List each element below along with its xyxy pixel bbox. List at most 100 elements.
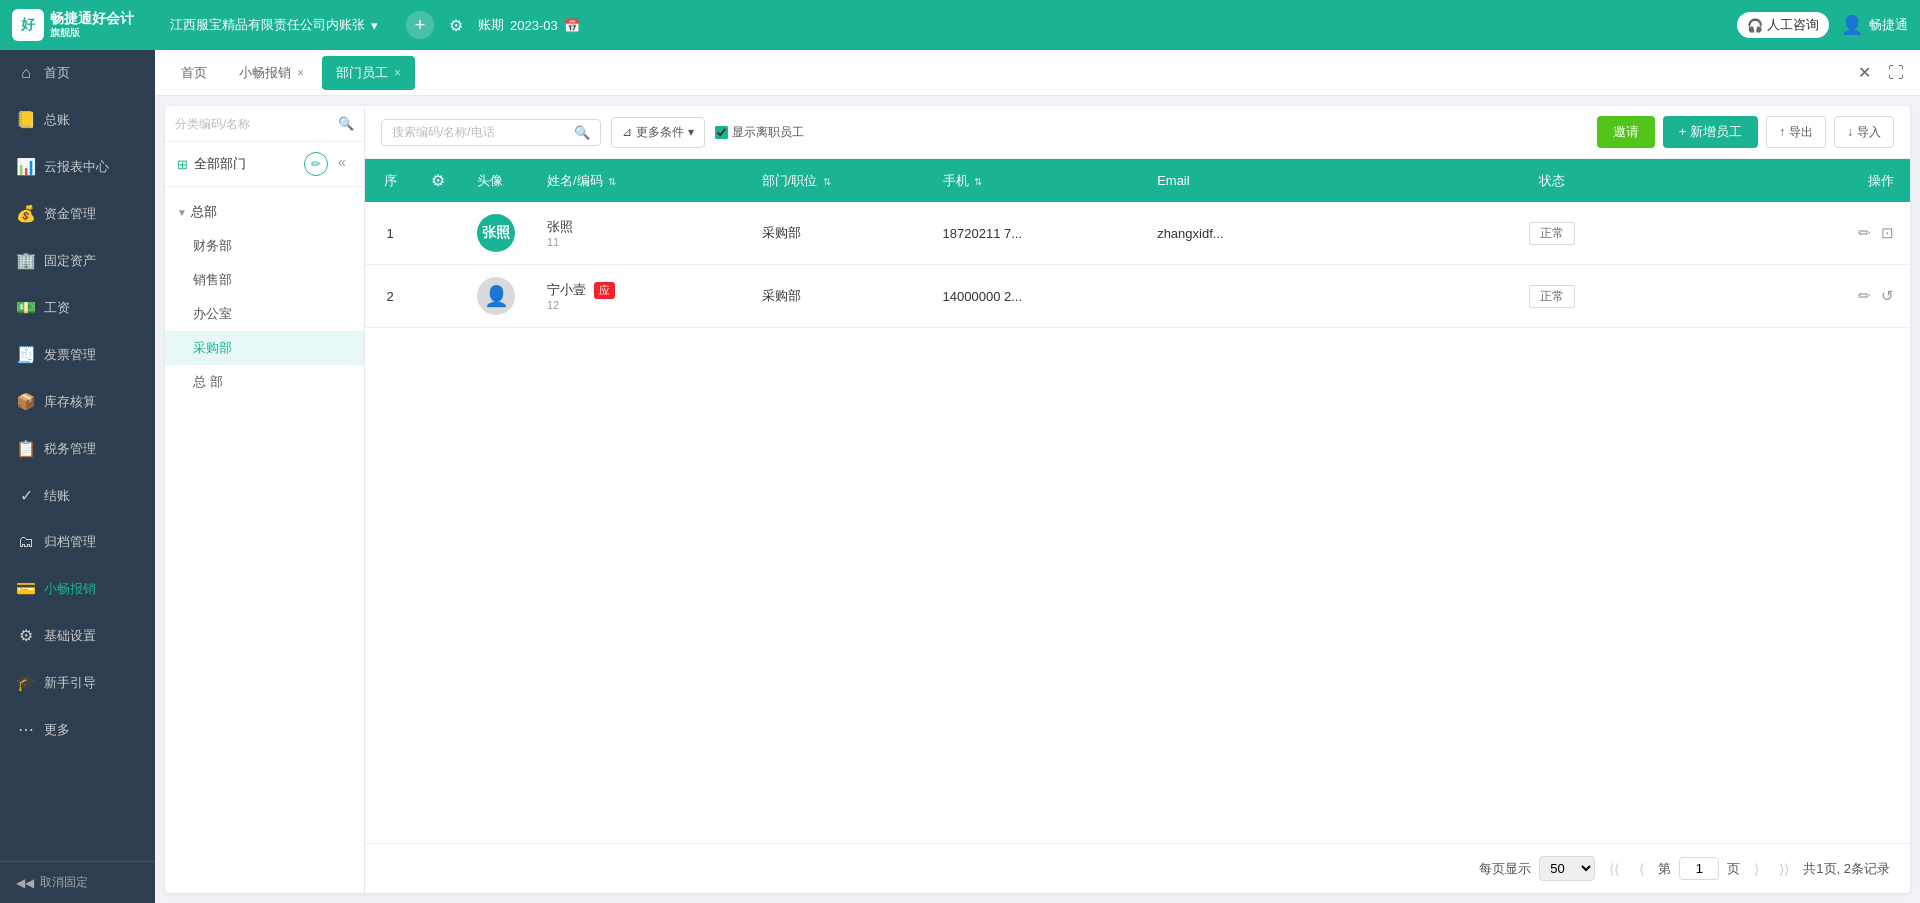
tax-icon: 📋 xyxy=(16,439,36,458)
tree-office[interactable]: 办公室 xyxy=(165,297,364,331)
edit-employee-2-button[interactable]: ✏ xyxy=(1858,287,1871,305)
edit-employee-1-button[interactable]: ✏ xyxy=(1858,224,1871,242)
sidebar: ⌂ 首页 📒 总账 📊 云报表中心 💰 资金管理 🏢 固定资产 💵 工资 🧾 发… xyxy=(0,50,155,903)
invite-button[interactable]: 邀请 xyxy=(1597,116,1655,148)
col-dept-pos[interactable]: 部门/职位 ⇅ xyxy=(746,159,927,202)
calendar-icon[interactable]: 📅 xyxy=(564,18,580,33)
grid-icon: ⊞ xyxy=(177,157,188,172)
inventory-icon: 📦 xyxy=(16,392,36,411)
sidebar-item-payroll[interactable]: 💵 工资 xyxy=(0,284,155,331)
import-button[interactable]: ↓ 导入 xyxy=(1834,116,1894,148)
sidebar-item-settings[interactable]: ⚙ 基础设置 xyxy=(0,612,155,659)
ledger-icon: 📒 xyxy=(16,110,36,129)
prev-page-button[interactable]: ⟨ xyxy=(1633,859,1650,879)
edit-dept-button[interactable]: ✏ xyxy=(304,152,328,176)
delete-employee-2-button[interactable]: ↺ xyxy=(1881,287,1894,305)
logo-text: 畅捷通好会计 旗舰版 xyxy=(50,10,134,41)
sidebar-item-ledger[interactable]: 📒 总账 xyxy=(0,96,155,143)
tree-hq[interactable]: ▼ 总部 xyxy=(165,195,364,229)
main-layout: ⌂ 首页 📒 总账 📊 云报表中心 💰 资金管理 🏢 固定资产 💵 工资 🧾 发… xyxy=(0,50,1920,903)
next-page-button[interactable]: ⟩ xyxy=(1748,859,1765,879)
tree-finance[interactable]: 财务部 xyxy=(165,229,364,263)
table-header-row: 序 ⚙ 头像 姓名/编码 ⇅ xyxy=(365,159,1910,202)
sidebar-item-assets[interactable]: 🏢 固定资产 xyxy=(0,237,155,284)
sidebar-item-inventory[interactable]: 📦 库存核算 xyxy=(0,378,155,425)
cell-no-2: 2 xyxy=(365,265,415,328)
first-page-button[interactable]: ⟨⟨ xyxy=(1603,859,1625,879)
tab-bar-actions: ✕ ⛶ xyxy=(1852,61,1908,85)
sidebar-item-closing[interactable]: ✓ 结账 xyxy=(0,472,155,519)
cell-dept-2: 采购部 xyxy=(746,265,927,328)
page-input[interactable] xyxy=(1679,857,1719,880)
emp-table: 序 ⚙ 头像 姓名/编码 ⇅ xyxy=(365,159,1910,328)
show-resigned-checkbox[interactable]: 显示离职员工 xyxy=(715,124,804,141)
tab-home[interactable]: 首页 xyxy=(167,56,221,90)
company-selector[interactable]: 江西服宝精品有限责任公司内账张 ▾ xyxy=(162,12,386,38)
tree-hq2[interactable]: 总 部 xyxy=(165,365,364,399)
page-size-select[interactable]: 50 10 20 100 xyxy=(1539,856,1595,881)
tree-sales[interactable]: 销售部 xyxy=(165,263,364,297)
action-icons-1: ✏ ⊡ xyxy=(1747,224,1894,242)
tab-close-expense[interactable]: × xyxy=(297,66,304,80)
sidebar-item-reports[interactable]: 📊 云报表中心 xyxy=(0,143,155,190)
expense-icon: 💳 xyxy=(16,579,36,598)
page-content: 🔍 ⊞ 全部部门 ✏ « ▼ 总部 财务部 xyxy=(165,106,1910,893)
sort-icon-dept: ⇅ xyxy=(823,176,831,187)
assets-icon: 🏢 xyxy=(16,251,36,270)
tab-dept-employees[interactable]: 部门员工 × xyxy=(322,56,415,90)
toolbar-right: 邀请 + 新增员工 ↑ 导出 ↓ 导入 xyxy=(1597,116,1894,148)
sidebar-item-home[interactable]: ⌂ 首页 xyxy=(0,50,155,96)
logo-area: 好 畅捷通好会计 旗舰版 xyxy=(12,9,162,41)
unpin-button[interactable]: ◀◀ 取消固定 xyxy=(0,862,155,903)
sidebar-item-guide[interactable]: 🎓 新手引导 xyxy=(0,659,155,706)
dept-search-icon[interactable]: 🔍 xyxy=(338,116,354,131)
export-button[interactable]: ↑ 导出 xyxy=(1766,116,1826,148)
dept-search-input[interactable] xyxy=(175,117,332,131)
logout-employee-1-button[interactable]: ⊡ xyxy=(1881,224,1894,242)
sidebar-item-archive[interactable]: 🗂 归档管理 xyxy=(0,519,155,565)
dept-header-icons: ✏ « xyxy=(304,152,352,176)
tree-arrow-hq: ▼ xyxy=(177,207,187,218)
dept-header: ⊞ 全部部门 ✏ « xyxy=(165,142,364,187)
cell-actions-2: ✏ ↺ xyxy=(1731,265,1910,328)
cell-avatar-1: 张照 xyxy=(461,202,531,265)
maximize-button[interactable]: ⛶ xyxy=(1884,61,1908,85)
user-avatar-icon: 👤 xyxy=(1841,14,1863,36)
emp-search-icon[interactable]: 🔍 xyxy=(574,125,590,140)
sidebar-item-funds[interactable]: 💰 资金管理 xyxy=(0,190,155,237)
close-all-tabs-button[interactable]: ✕ xyxy=(1852,61,1876,85)
user-area[interactable]: 👤 畅捷通 xyxy=(1841,14,1908,36)
import-icon: ↓ xyxy=(1847,125,1853,139)
status-badge-2: 正常 xyxy=(1529,285,1575,308)
service-button[interactable]: 🎧 人工咨询 xyxy=(1737,12,1829,38)
table-row: 2 👤 宁小壹 xyxy=(365,265,1910,328)
add-employee-button[interactable]: + 新增员工 xyxy=(1663,116,1758,148)
funds-icon: 💰 xyxy=(16,204,36,223)
col-name-code[interactable]: 姓名/编码 ⇅ xyxy=(531,159,746,202)
closing-icon: ✓ xyxy=(16,486,36,505)
emp-search-input[interactable] xyxy=(392,125,568,139)
cell-actions-1: ✏ ⊡ xyxy=(1731,202,1910,265)
cell-email-2 xyxy=(1141,265,1373,328)
cell-avatar-2: 👤 xyxy=(461,265,531,328)
settings-icon-button[interactable]: ⚙ xyxy=(442,11,470,39)
sort-icon-name: ⇅ xyxy=(608,176,616,187)
tab-close-dept[interactable]: × xyxy=(394,66,401,80)
tree-purchase[interactable]: 采购部 xyxy=(165,331,364,365)
last-page-button[interactable]: ⟩⟩ xyxy=(1773,859,1795,879)
action-icons-2: ✏ ↺ xyxy=(1747,287,1894,305)
status-badge-1: 正常 xyxy=(1529,222,1575,245)
sidebar-item-expense[interactable]: 💳 小畅报销 xyxy=(0,565,155,612)
table-settings-icon[interactable]: ⚙ xyxy=(431,172,445,189)
tab-expense-report[interactable]: 小畅报销 × xyxy=(225,56,318,90)
sidebar-item-more[interactable]: ⋯ 更多 xyxy=(0,706,155,753)
more-filter-button[interactable]: ⊿ 更多条件 ▾ xyxy=(611,117,705,148)
sidebar-item-tax[interactable]: 📋 税务管理 xyxy=(0,425,155,472)
add-company-button[interactable]: + xyxy=(406,11,434,39)
table-row: 1 张照 张照 11 xyxy=(365,202,1910,265)
col-phone[interactable]: 手机 ⇅ xyxy=(927,159,1142,202)
sidebar-item-invoices[interactable]: 🧾 发票管理 xyxy=(0,331,155,378)
home-icon: ⌂ xyxy=(16,64,36,82)
cell-status-1: 正常 xyxy=(1374,202,1732,265)
collapse-dept-button[interactable]: « xyxy=(332,152,352,172)
